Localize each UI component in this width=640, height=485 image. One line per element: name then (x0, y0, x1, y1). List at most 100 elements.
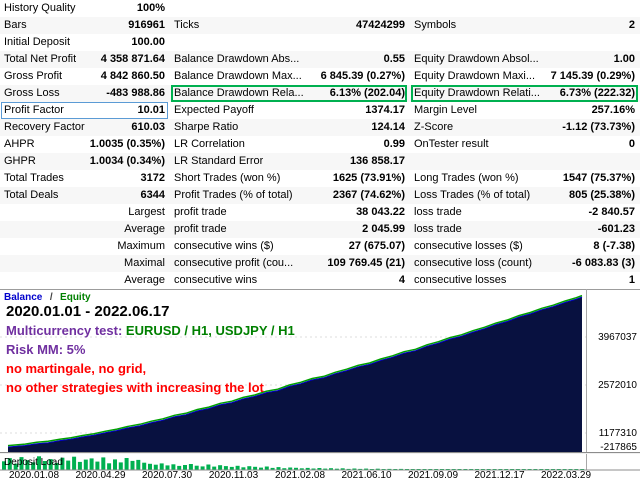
stat-group: consecutive profit (cou... 109 769.45 (21… (170, 255, 410, 272)
stat-value: -6 083.83 (3) (572, 257, 635, 269)
stat-group (410, 153, 640, 170)
stat-label: consecutive loss (count) (414, 257, 532, 269)
stat-label (0, 238, 4, 255)
x-axis-label: 2021.09.09 (408, 470, 458, 480)
tester-graph-pane: 3967037 2572010 1177310 -217865 Balance … (0, 289, 640, 481)
stat-group: Balance Drawdown Rela... 6.13% (202.04) (170, 85, 410, 102)
stat-group: Total Net Profit 4 358 871.64 (0, 51, 170, 68)
stat-label: Expected Payoff (174, 104, 254, 116)
stat-group: Gross Profit 4 842 860.50 (0, 68, 170, 85)
stat-value: 257.16% (591, 104, 635, 116)
annotation-date-range: 2020.01.01 - 2022.06.17 (6, 303, 169, 320)
stat-label: History Quality (4, 2, 76, 14)
stat-label: consecutive profit (cou... (174, 257, 294, 269)
stat-label: Gross Loss (4, 87, 60, 99)
stat-value: 4 358 871.64 (100, 53, 165, 65)
stat-value (635, 153, 640, 170)
stat-label: profit trade (174, 206, 227, 218)
deposit-load-bar (118, 462, 123, 470)
stat-label: Balance Drawdown Abs... (174, 53, 300, 65)
stat-group: Z-Score -1.12 (73.73%) (410, 119, 640, 136)
deposit-load-bar (159, 463, 164, 470)
stat-label: Total Trades (4, 172, 64, 184)
stat-value: 27 (675.07) (348, 240, 405, 252)
stat-group: Equity Drawdown Maxi... 7 145.39 (0.29%) (410, 68, 640, 85)
stat-group: consecutive wins ($) 27 (675.07) (170, 238, 410, 255)
y-axis-label: 1177310 (599, 428, 638, 439)
stat-value: 124.14 (371, 121, 405, 133)
stat-group: Profit Factor 10.01 (0, 102, 170, 119)
deposit-load-bar (107, 463, 112, 470)
deposit-load-label: Deposit Load (4, 457, 63, 468)
stat-label: consecutive wins ($) (174, 240, 274, 252)
stat-group: Bars 916961 (0, 17, 170, 34)
stat-label: Balance Drawdown Max... (174, 70, 302, 82)
stat-group: Expected Payoff 1374.17 (170, 102, 410, 119)
pane-splitter[interactable] (0, 452, 640, 454)
table-row: AHPR 1.0035 (0.35%) LR Correlation 0.99 OnTe… (0, 136, 640, 153)
stat-value: -483 988.86 (106, 87, 165, 99)
stat-group: Maximal (0, 255, 170, 272)
stat-group: Balance Drawdown Max... 6 845.39 (0.27%) (170, 68, 410, 85)
table-row: Gross Loss -483 988.86 Balance Drawdown Re… (0, 85, 640, 102)
stat-label: loss trade (414, 206, 462, 218)
table-row: History Quality 100% (0, 0, 640, 17)
table-row: Average profit trade 2 045.99 loss trade -60… (0, 221, 640, 238)
stat-group: Sharpe Ratio 124.14 (170, 119, 410, 136)
x-axis-label: 2021.12.17 (474, 470, 524, 480)
stat-label: Bars (4, 19, 27, 31)
deposit-load-bar (113, 459, 117, 470)
y-axis-label: 2572010 (598, 380, 637, 391)
equity-legend-label: Equity (60, 292, 91, 303)
stat-label: Profit Factor (4, 104, 64, 116)
table-row: GHPR 1.0034 (0.34%) LR Standard Error 136 8… (0, 153, 640, 170)
stat-label: Total Net Profit (4, 53, 77, 65)
deposit-load-bar (101, 457, 106, 470)
stat-value: 7 145.39 (0.29%) (550, 70, 635, 82)
stat-value: 0 (628, 138, 635, 150)
stat-group: Equity Drawdown Relati... 6.73% (222.32) (410, 85, 640, 102)
stat-group (170, 34, 410, 51)
stat-group: consecutive losses 1 (410, 272, 640, 289)
stat-group: Balance Drawdown Abs... 0.55 (170, 51, 410, 68)
deposit-load-bar (83, 459, 88, 470)
table-row: Gross Profit 4 842 860.50 Balance Drawdown… (0, 68, 640, 85)
stat-group: consecutive loss (count) -6 083.83 (3) (410, 255, 640, 272)
annotation-no-martingale: no martingale, no grid, (6, 361, 146, 376)
stat-label (0, 221, 4, 238)
stat-label: Long Trades (won %) (414, 172, 519, 184)
stat-value: 1547 (75.37%) (562, 172, 635, 184)
stat-group (410, 34, 640, 51)
stat-label: Short Trades (won %) (174, 172, 281, 184)
balance-equity-chart: 3967037 2572010 1177310 -217865 Balance … (0, 289, 640, 481)
stat-label: GHPR (4, 155, 36, 167)
stat-label: Symbols (414, 19, 457, 31)
stat-value (635, 0, 640, 17)
deposit-load-bar (95, 461, 100, 470)
stat-label: Margin Level (414, 104, 477, 116)
stat-value: 4 842 860.50 (100, 70, 165, 82)
stat-label: Total Deals (4, 189, 59, 201)
annotation-multicurrency-prefix: Multicurrency test: (6, 323, 126, 338)
x-axis-label: 2020.01.08 (9, 470, 59, 480)
stat-value: 109 769.45 (21) (327, 257, 405, 269)
table-row: Recovery Factor 610.03 Sharpe Ratio 124.14 Z… (0, 119, 640, 136)
stat-value: Average (124, 223, 165, 235)
annotation-symbols: EURUSD / H1, USDJPY / H1 (126, 323, 295, 338)
stat-label (0, 255, 4, 272)
stat-label: Ticks (174, 19, 200, 31)
stat-value: 100.00 (131, 36, 165, 48)
annotation-no-other-strategies: no other strategies with increasing the … (6, 380, 265, 395)
x-axis-label: 2022.03.29 (541, 470, 591, 480)
stat-group: Average (0, 272, 170, 289)
deposit-load-bar (77, 461, 82, 470)
stat-label: Gross Profit (4, 70, 63, 82)
y-axis-label: 3967037 (598, 332, 637, 343)
table-row: Profit Factor 10.01 Expected Payoff 1374.17… (0, 102, 640, 119)
table-row: Total Deals 6344 Profit Trades (% of total… (0, 187, 640, 204)
stat-group: Average (0, 221, 170, 238)
stat-value: -1.12 (73.73%) (562, 121, 635, 133)
stat-label: Sharpe Ratio (174, 121, 239, 133)
stat-group (170, 0, 410, 17)
stat-group: Profit Trades (% of total) 2367 (74.62%) (170, 187, 410, 204)
